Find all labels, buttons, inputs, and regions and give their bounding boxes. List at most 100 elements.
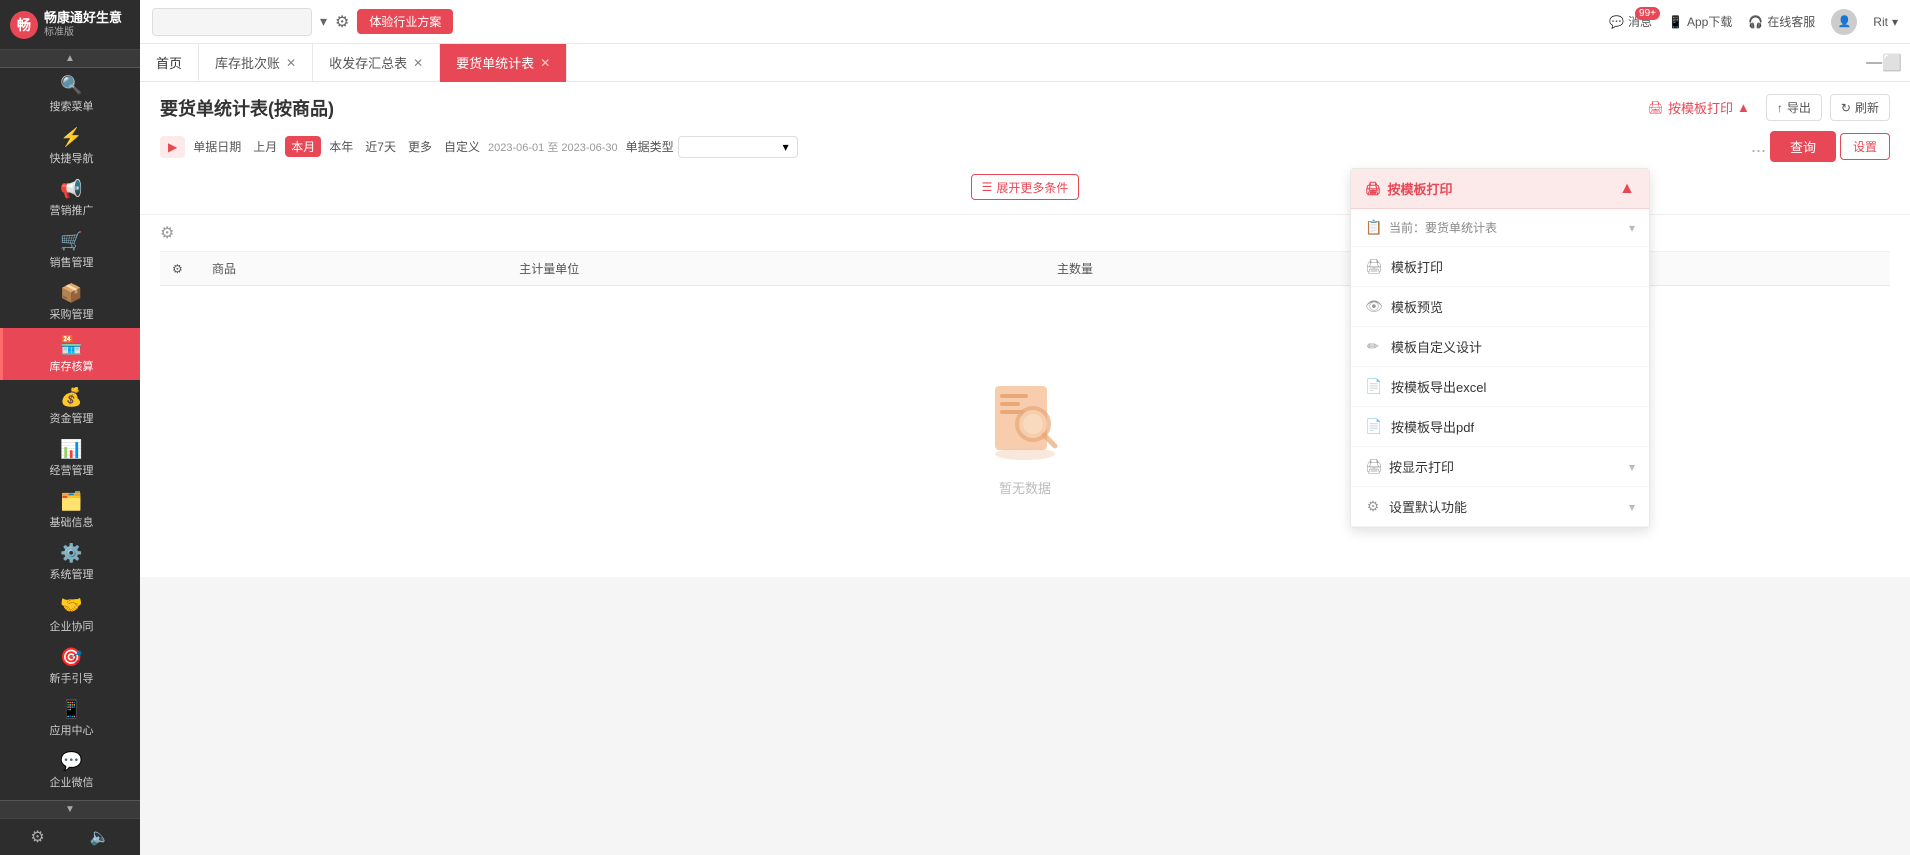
- print-panel: 🖨 按模板打印 ▲ 📋 当前：要货单统计表 ▾ 🖨 模板打印: [1350, 168, 1650, 528]
- page-actions-top: 🖨 按模板打印 ▲ ↑ 导出 ↻ 刷新: [1640, 94, 1891, 121]
- empty-text: 暂无数据: [999, 478, 1051, 497]
- more-options-button[interactable]: ...: [1751, 136, 1766, 157]
- app-logo: 畅 畅康通好生意 标准版: [0, 0, 140, 50]
- tab-batch-account[interactable]: 库存批次账 ✕: [199, 44, 313, 82]
- chevron-down-icon: ▼: [65, 804, 75, 815]
- window-minimize-button[interactable]: —: [1866, 54, 1882, 72]
- date-current-month-button[interactable]: 本月: [285, 136, 321, 157]
- type-filter-label: 单据类型: [626, 138, 674, 155]
- date-custom-button[interactable]: 自定义: [440, 136, 484, 157]
- purchase-icon: 📦: [60, 283, 82, 304]
- search-icon: 🔍: [60, 75, 82, 96]
- window-maximize-button[interactable]: ⬜: [1882, 53, 1902, 73]
- print-panel-close-icon[interactable]: ▲: [1619, 180, 1635, 198]
- gear-icon[interactable]: ⚙: [335, 12, 349, 32]
- print-template-button[interactable]: 🖨 按模板打印 ▲: [1640, 94, 1758, 121]
- search-input[interactable]: [152, 8, 312, 36]
- refresh-button[interactable]: ↻ 刷新: [1830, 94, 1890, 121]
- print-panel-body: 📋 当前：要货单统计表 ▾ 🖨 模板打印 👁 模板预览 ✏: [1351, 209, 1649, 527]
- tab-home[interactable]: 首页: [140, 44, 199, 82]
- date-current-year-button[interactable]: 本年: [325, 136, 357, 157]
- sidebar-item-label: 资金管理: [50, 410, 94, 426]
- wechat-icon: 💬: [60, 751, 82, 772]
- app-download-button[interactable]: 📱 App下载: [1668, 13, 1732, 30]
- speaker-icon[interactable]: 🔈: [90, 827, 110, 847]
- print-panel-export-pdf[interactable]: 📄 按模板导出pdf: [1351, 407, 1649, 447]
- col-unit: 主计量单位: [507, 252, 1045, 286]
- col-settings[interactable]: ⚙: [160, 252, 200, 286]
- sidebar-item-shortcut[interactable]: ⚡ 快捷导航: [0, 120, 140, 172]
- type-select-button[interactable]: ▾: [678, 136, 798, 158]
- sidebar-scroll-up[interactable]: ▲: [0, 50, 140, 68]
- date-prev-month-button[interactable]: 上月: [249, 136, 281, 157]
- print-dropdown-container: 🖨 按模板打印 ▲: [1640, 94, 1758, 121]
- expand-more-button[interactable]: ☰ 展开更多条件: [971, 174, 1080, 200]
- print-panel-template-preview[interactable]: 👁 模板预览: [1351, 287, 1649, 327]
- expand-arrow-icon[interactable]: ▶: [168, 140, 177, 154]
- sidebar-item-purchase[interactable]: 📦 采购管理: [0, 276, 140, 328]
- setting-button[interactable]: 设置: [1840, 133, 1890, 160]
- query-button[interactable]: 查询: [1770, 131, 1836, 162]
- export-excel-label: 按模板导出excel: [1391, 377, 1486, 396]
- trial-button[interactable]: 体验行业方案: [357, 9, 453, 34]
- sidebar-item-wechat[interactable]: 💬 企业微信: [0, 744, 140, 796]
- print-panel-template-print[interactable]: 🖨 模板打印: [1351, 247, 1649, 287]
- tab-close-icon[interactable]: ✕: [286, 56, 296, 70]
- export-button[interactable]: ↑ 导出: [1766, 94, 1822, 121]
- date-last7-button[interactable]: 近7天: [361, 136, 400, 157]
- sidebar-item-guide[interactable]: 🎯 新手引导: [0, 640, 140, 692]
- operation-icon: 📊: [60, 439, 82, 460]
- marketing-icon: 📢: [60, 179, 82, 200]
- sidebar-item-operation[interactable]: 📊 经营管理: [0, 432, 140, 484]
- expand-icon: ☰: [982, 180, 993, 194]
- user-avatar[interactable]: 👤: [1831, 9, 1857, 35]
- display-print-arrow-icon: ▾: [1629, 460, 1635, 474]
- sidebar-item-label: 基础信息: [50, 514, 94, 530]
- print-panel-template-design[interactable]: ✏ 模板自定义设计: [1351, 327, 1649, 367]
- sidebar-item-finance[interactable]: 💰 资金管理: [0, 380, 140, 432]
- export-icon: ↑: [1777, 101, 1783, 115]
- sidebar-scroll-down[interactable]: ▼: [0, 800, 140, 818]
- sidebar-item-sales[interactable]: 🛒 销售管理: [0, 224, 140, 276]
- table-settings-icon[interactable]: ⚙: [160, 223, 174, 243]
- sidebar-item-marketing[interactable]: 📢 营销推广: [0, 172, 140, 224]
- online-service-label: 在线客服: [1767, 13, 1815, 30]
- template-preview-label: 模板预览: [1391, 297, 1443, 316]
- print-panel-display-print[interactable]: 🖨 按显示打印 ▾: [1351, 447, 1649, 487]
- tab-close-icon[interactable]: ✕: [413, 56, 423, 70]
- print-panel-current-item[interactable]: 📋 当前：要货单统计表 ▾: [1351, 209, 1649, 247]
- print-panel-set-default[interactable]: ⚙ 设置默认功能 ▾: [1351, 487, 1649, 527]
- topbar-dropdown-button[interactable]: ▾: [320, 8, 327, 36]
- apps-icon: 📱: [60, 699, 82, 720]
- empty-illustration: [975, 366, 1075, 466]
- inventory-icon: 🏪: [60, 335, 82, 356]
- date-more-button[interactable]: 更多: [404, 136, 436, 157]
- message-button[interactable]: 💬 消息 99+: [1609, 13, 1652, 30]
- username-display[interactable]: Rit ▾: [1873, 15, 1898, 29]
- sidebar-item-label: 营销推广: [50, 202, 94, 218]
- chevron-up-icon: ▲: [65, 53, 75, 64]
- tab-close-icon[interactable]: ✕: [540, 56, 550, 70]
- sidebar-item-search[interactable]: 🔍 搜索菜单: [0, 68, 140, 120]
- sidebar-item-collab[interactable]: 🤝 企业协同: [0, 588, 140, 640]
- print-panel-header: 🖨 按模板打印 ▲: [1351, 169, 1649, 209]
- sidebar-item-system[interactable]: ⚙️ 系统管理: [0, 536, 140, 588]
- print-panel-title: 🖨 按模板打印: [1365, 179, 1453, 198]
- sales-icon: 🛒: [60, 231, 82, 252]
- online-service-button[interactable]: 🎧 在线客服: [1748, 13, 1815, 30]
- sidebar-item-apps[interactable]: 📱 应用中心: [0, 692, 140, 744]
- tab-receipt-summary[interactable]: 收发存汇总表 ✕: [313, 44, 440, 82]
- page-header: 要货单统计表(按商品) 🖨 按模板打印 ▲ ↑ 导出: [140, 82, 1910, 121]
- sidebar-item-inventory[interactable]: 🏪 库存核算: [0, 328, 140, 380]
- sidebar-item-label: 销售管理: [50, 254, 94, 270]
- date-filter-label: 单据日期: [193, 138, 241, 155]
- settings-bottom-icon[interactable]: ⚙: [30, 827, 44, 847]
- basic-icon: 🗂️: [60, 491, 82, 512]
- tab-order-stats[interactable]: 要货单统计表 ✕: [440, 44, 567, 82]
- message-badge: 99+: [1635, 7, 1660, 20]
- set-default-icon: ⚙: [1365, 498, 1381, 515]
- current-item-left: 📋 当前：要货单统计表: [1365, 219, 1497, 236]
- template-preview-icon: 👁: [1365, 298, 1381, 315]
- print-panel-export-excel[interactable]: 📄 按模板导出excel: [1351, 367, 1649, 407]
- sidebar-item-basic[interactable]: 🗂️ 基础信息: [0, 484, 140, 536]
